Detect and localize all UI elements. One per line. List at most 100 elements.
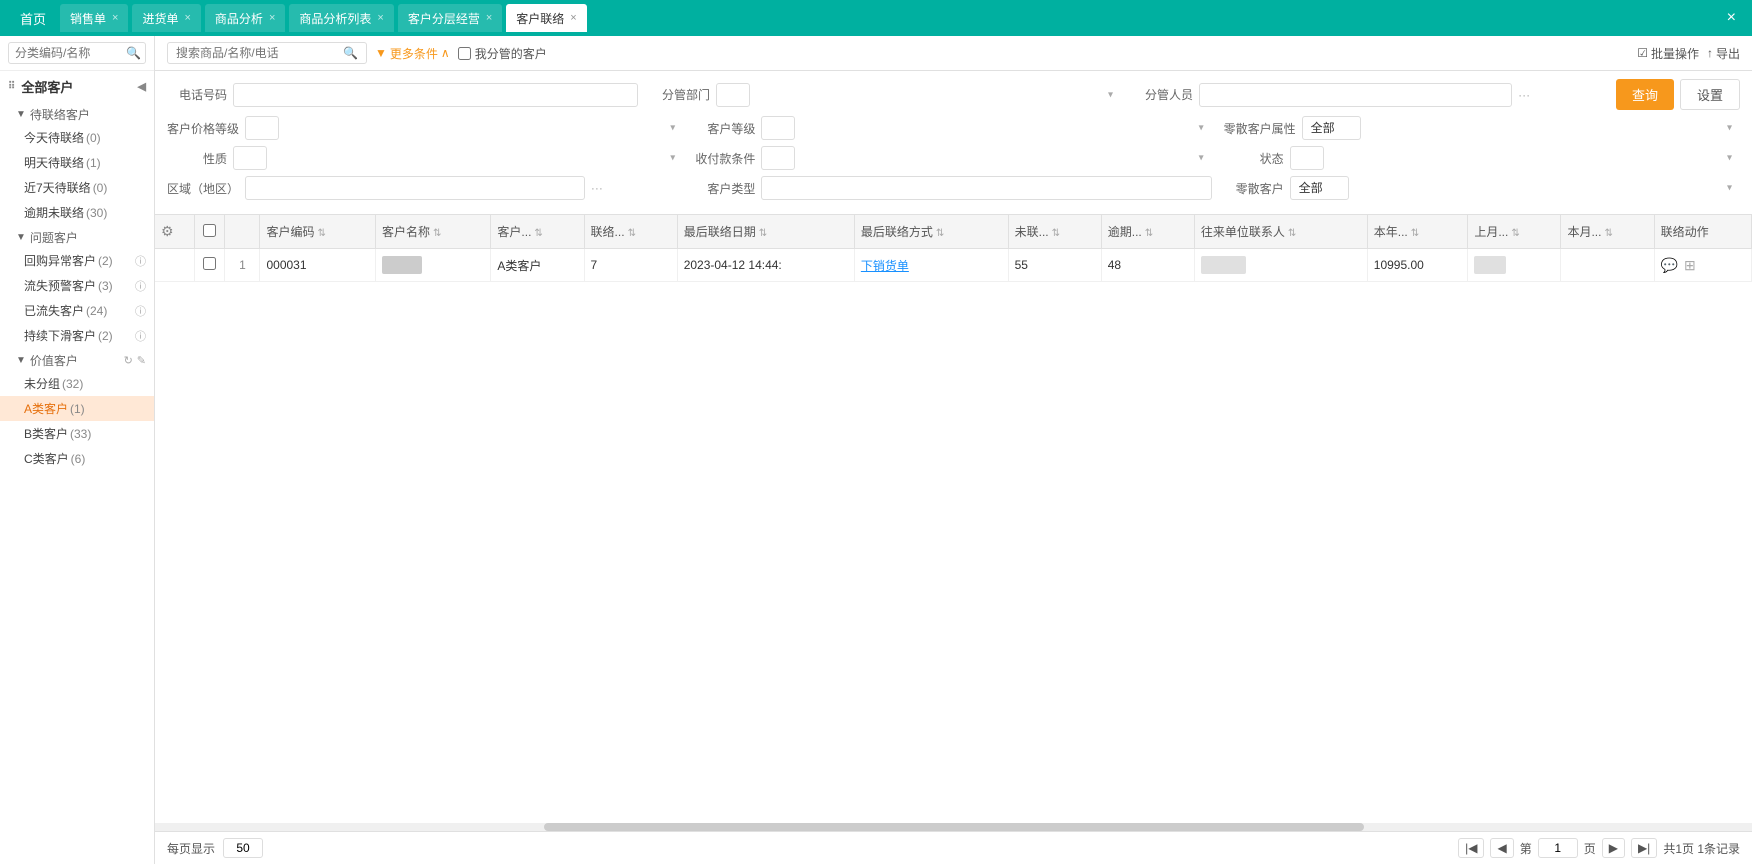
price-level-select[interactable] — [245, 116, 279, 140]
manager-more-icon[interactable]: ··· — [1518, 88, 1530, 102]
row-contact: 7 — [584, 249, 677, 282]
row-select-checkbox[interactable] — [203, 257, 216, 270]
status-label: 状态 — [1224, 150, 1284, 167]
sidebar-group-problem[interactable]: ▼ 问题客户 — [0, 225, 154, 248]
sidebar-item-a-class[interactable]: A类客户(1) — [0, 396, 154, 421]
row-gear — [155, 249, 195, 282]
sidebar-item-declining[interactable]: 持续下滑客户(2) ⓘ — [0, 323, 154, 348]
settings-col[interactable]: ⚙ — [155, 215, 195, 249]
qr-icon[interactable]: ⊞ — [1684, 257, 1696, 274]
dept-label: 分管部门 — [650, 86, 710, 103]
last-contact-person-col[interactable]: 往来单位联系人⇅ — [1194, 215, 1367, 249]
nature-select[interactable] — [233, 146, 267, 170]
main-search-input[interactable] — [176, 46, 343, 60]
sidebar-search-icon: 🔍 — [126, 46, 141, 60]
row-category: A类客户 — [491, 249, 584, 282]
sidebar-item-lost[interactable]: 已流失客户(24) ⓘ — [0, 298, 154, 323]
sidebar-item-abnormal[interactable]: 回购异常客户(2) ⓘ — [0, 248, 154, 273]
next-page-btn[interactable]: ▶ — [1602, 838, 1625, 858]
this-month-col[interactable]: 本月...⇅ — [1561, 215, 1654, 249]
my-customers-checkbox[interactable] — [458, 47, 471, 60]
refresh-icon[interactable]: ↻ — [124, 354, 133, 367]
scrollbar-thumb[interactable] — [544, 823, 1364, 831]
close-purchase-tab[interactable]: × — [184, 12, 190, 24]
close-analysis-list-tab[interactable]: × — [377, 12, 383, 24]
retail-customer-select[interactable]: 全部 — [1290, 176, 1349, 200]
batch-op-btn[interactable]: ☑ 批量操作 — [1637, 45, 1699, 62]
status-select[interactable] — [1290, 146, 1324, 170]
prev-page-btn[interactable]: ◀ — [1490, 838, 1513, 858]
dept-select[interactable] — [716, 83, 750, 107]
close-analysis-tab[interactable]: × — [269, 12, 275, 24]
close-contact-tab[interactable]: × — [570, 12, 576, 24]
overdue-col[interactable]: 逾期...⇅ — [1101, 215, 1194, 249]
window-close[interactable]: × — [1719, 9, 1744, 26]
phone-input[interactable] — [233, 83, 638, 107]
sidebar-item-tomorrow[interactable]: 明天待联络(1) — [0, 150, 154, 175]
year-amount-col[interactable]: 本年...⇅ — [1367, 215, 1468, 249]
last-date-col[interactable]: 最后联络日期⇅ — [677, 215, 854, 249]
tab-purchase[interactable]: 进货单 × — [132, 4, 200, 32]
current-page-input[interactable] — [1538, 838, 1578, 858]
payment-select[interactable] — [761, 146, 795, 170]
manager-input[interactable] — [1199, 83, 1512, 107]
info-icon4: ⓘ — [135, 328, 146, 344]
region-input[interactable] — [245, 176, 585, 200]
sidebar-group-pending[interactable]: ▼ 待联络客户 — [0, 102, 154, 125]
sidebar-item-b-class[interactable]: B类客户(33) — [0, 421, 154, 446]
sidebar-item-unclassified[interactable]: 未分组(32) — [0, 371, 154, 396]
customer-level-select[interactable] — [761, 116, 795, 140]
retail-attr-label: 零散客户属性 — [1224, 120, 1296, 137]
sidebar-group-value[interactable]: ▼ 价值客户 ↻ ✎ — [0, 348, 154, 371]
close-sales-tab[interactable]: × — [112, 12, 118, 24]
sidebar-item-c-class[interactable]: C类客户(6) — [0, 446, 154, 471]
row-last-method[interactable]: 下销货单 — [854, 249, 1008, 282]
per-page-input[interactable] — [223, 838, 263, 858]
nature-wrapper — [233, 146, 683, 170]
retail-attr-select[interactable]: 全部 — [1302, 116, 1361, 140]
tab-customer-segment[interactable]: 客户分层经营 × — [398, 4, 502, 32]
tab-sales[interactable]: 销售单 × — [60, 4, 128, 32]
table-area: ⚙ 客户编码⇅ 客户名称⇅ 客户...⇅ 联络...⇅ 最后联络日期⇅ 最后联络… — [155, 215, 1752, 823]
select-all-checkbox[interactable] — [203, 224, 216, 237]
tab-customer-contact[interactable]: 客户联络 × — [506, 4, 586, 32]
sidebar-item-warning[interactable]: 流失预警客户(3) ⓘ — [0, 273, 154, 298]
top-nav: 首页 销售单 × 进货单 × 商品分析 × 商品分析列表 × 客户分层经营 × … — [0, 0, 1752, 36]
customer-type-input[interactable] — [761, 176, 1211, 200]
region-more-icon[interactable]: ··· — [591, 181, 603, 195]
name-col[interactable]: 客户名称⇅ — [375, 215, 490, 249]
code-col[interactable]: 客户编码⇅ — [260, 215, 375, 249]
last-method-col[interactable]: 最后联络方式⇅ — [854, 215, 1008, 249]
main-layout: 🔍 ⠿ 全部客户 ◀ ▼ 待联络客户 今天待联络(0) 明天待联络(1) 近7天… — [0, 36, 1752, 864]
payment-label: 收付款条件 — [695, 150, 755, 167]
not-contacted-col[interactable]: 未联...⇅ — [1008, 215, 1101, 249]
message-icon[interactable]: 💬 — [1661, 257, 1678, 274]
collapse-icon: ◀ — [138, 80, 146, 93]
edit-icon[interactable]: ✎ — [137, 354, 146, 367]
horizontal-scrollbar[interactable] — [155, 823, 1752, 831]
query-button[interactable]: 查询 — [1616, 79, 1674, 110]
home-tab[interactable]: 首页 — [8, 9, 58, 28]
arrow-down-icon3: ▼ — [16, 355, 26, 366]
arrow-down-icon: ▼ — [16, 109, 26, 120]
sidebar-all-customers[interactable]: ⠿ 全部客户 ◀ — [0, 71, 154, 102]
more-conditions-btn[interactable]: ▼ 更多条件 ∧ — [375, 45, 450, 62]
close-segment-tab[interactable]: × — [486, 12, 492, 24]
sidebar-item-overdue[interactable]: 逾期未联络(30) — [0, 200, 154, 225]
row-last-month: — — [1468, 249, 1561, 282]
export-btn[interactable]: ↑ 导出 — [1707, 45, 1740, 62]
last-method-link[interactable]: 下销货单 — [861, 259, 909, 273]
setting-button[interactable]: 设置 — [1680, 79, 1740, 110]
last-month-col[interactable]: 上月...⇅ — [1468, 215, 1561, 249]
category-col[interactable]: 客户...⇅ — [491, 215, 584, 249]
sidebar-item-7days[interactable]: 近7天待联络(0) — [0, 175, 154, 200]
tab-product-analysis-list[interactable]: 商品分析列表 × — [289, 4, 393, 32]
price-level-label: 客户价格等级 — [167, 120, 239, 137]
phone-label: 电话号码 — [167, 86, 227, 103]
tab-product-analysis[interactable]: 商品分析 × — [205, 4, 285, 32]
first-page-btn[interactable]: |◀ — [1458, 838, 1484, 858]
sidebar-item-today[interactable]: 今天待联络(0) — [0, 125, 154, 150]
customer-level-wrapper — [761, 116, 1211, 140]
contact-col[interactable]: 联络...⇅ — [584, 215, 677, 249]
last-page-btn[interactable]: ▶| — [1631, 838, 1657, 858]
